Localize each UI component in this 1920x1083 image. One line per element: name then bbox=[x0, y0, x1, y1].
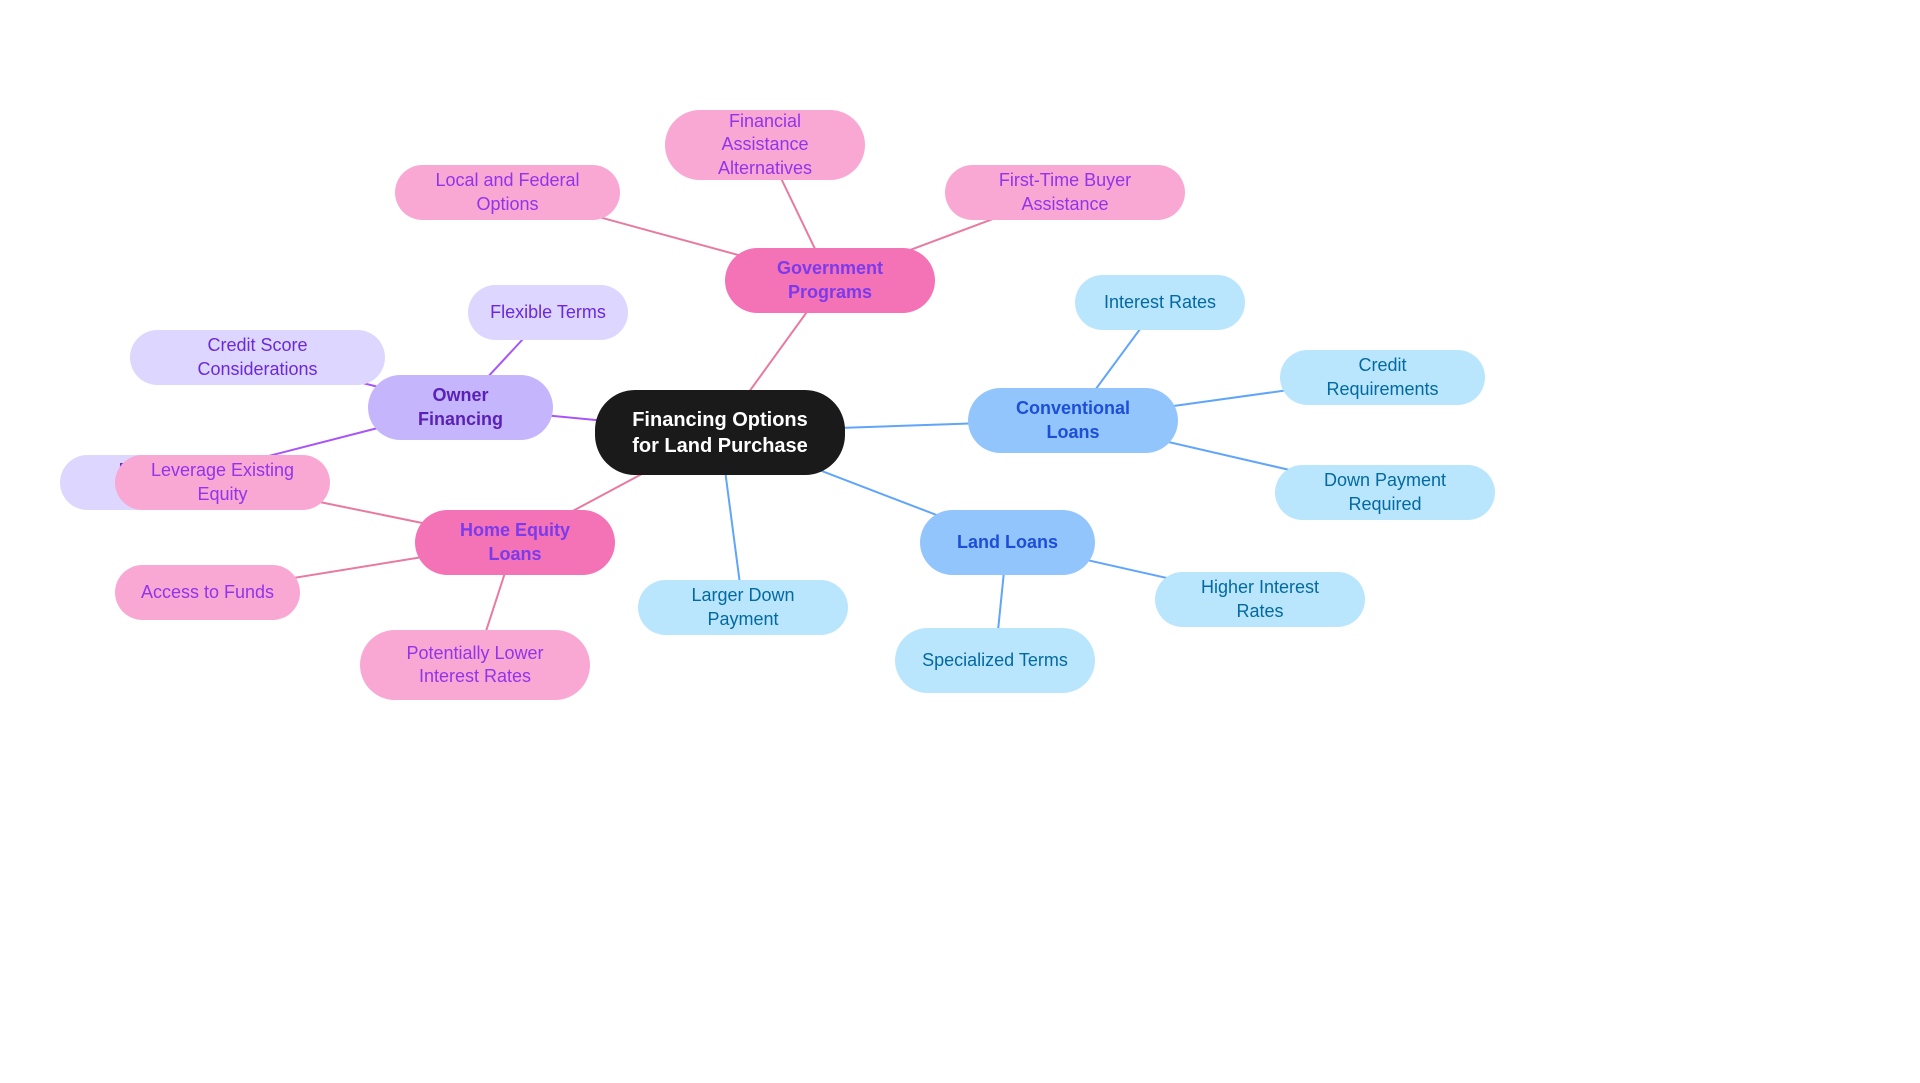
node-land-loans: Land Loans bbox=[920, 510, 1095, 575]
node-access-to-funds: Access to Funds bbox=[115, 565, 300, 620]
center-node: Financing Options for Land Purchase bbox=[595, 390, 845, 475]
node-financial-assistance-alternatives: Financial Assistance Alternatives bbox=[665, 110, 865, 180]
node-credit-requirements: Credit Requirements bbox=[1280, 350, 1485, 405]
node-first-time-buyer-assistance: First-Time Buyer Assistance bbox=[945, 165, 1185, 220]
node-government-programs: Government Programs bbox=[725, 248, 935, 313]
node-larger-down-payment: Larger Down Payment bbox=[638, 580, 848, 635]
node-interest-rates: Interest Rates bbox=[1075, 275, 1245, 330]
node-local-federal-options: Local and Federal Options bbox=[395, 165, 620, 220]
node-flexible-terms: Flexible Terms bbox=[468, 285, 628, 340]
node-credit-score-considerations: Credit Score Considerations bbox=[130, 330, 385, 385]
node-potentially-lower-interest-rates: Potentially Lower Interest Rates bbox=[360, 630, 590, 700]
node-conventional-loans: Conventional Loans bbox=[968, 388, 1178, 453]
node-owner-financing: Owner Financing bbox=[368, 375, 553, 440]
node-higher-interest-rates: Higher Interest Rates bbox=[1155, 572, 1365, 627]
node-home-equity-loans: Home Equity Loans bbox=[415, 510, 615, 575]
node-leverage-existing-equity: Leverage Existing Equity bbox=[115, 455, 330, 510]
node-down-payment-required: Down Payment Required bbox=[1275, 465, 1495, 520]
node-specialized-terms: Specialized Terms bbox=[895, 628, 1095, 693]
